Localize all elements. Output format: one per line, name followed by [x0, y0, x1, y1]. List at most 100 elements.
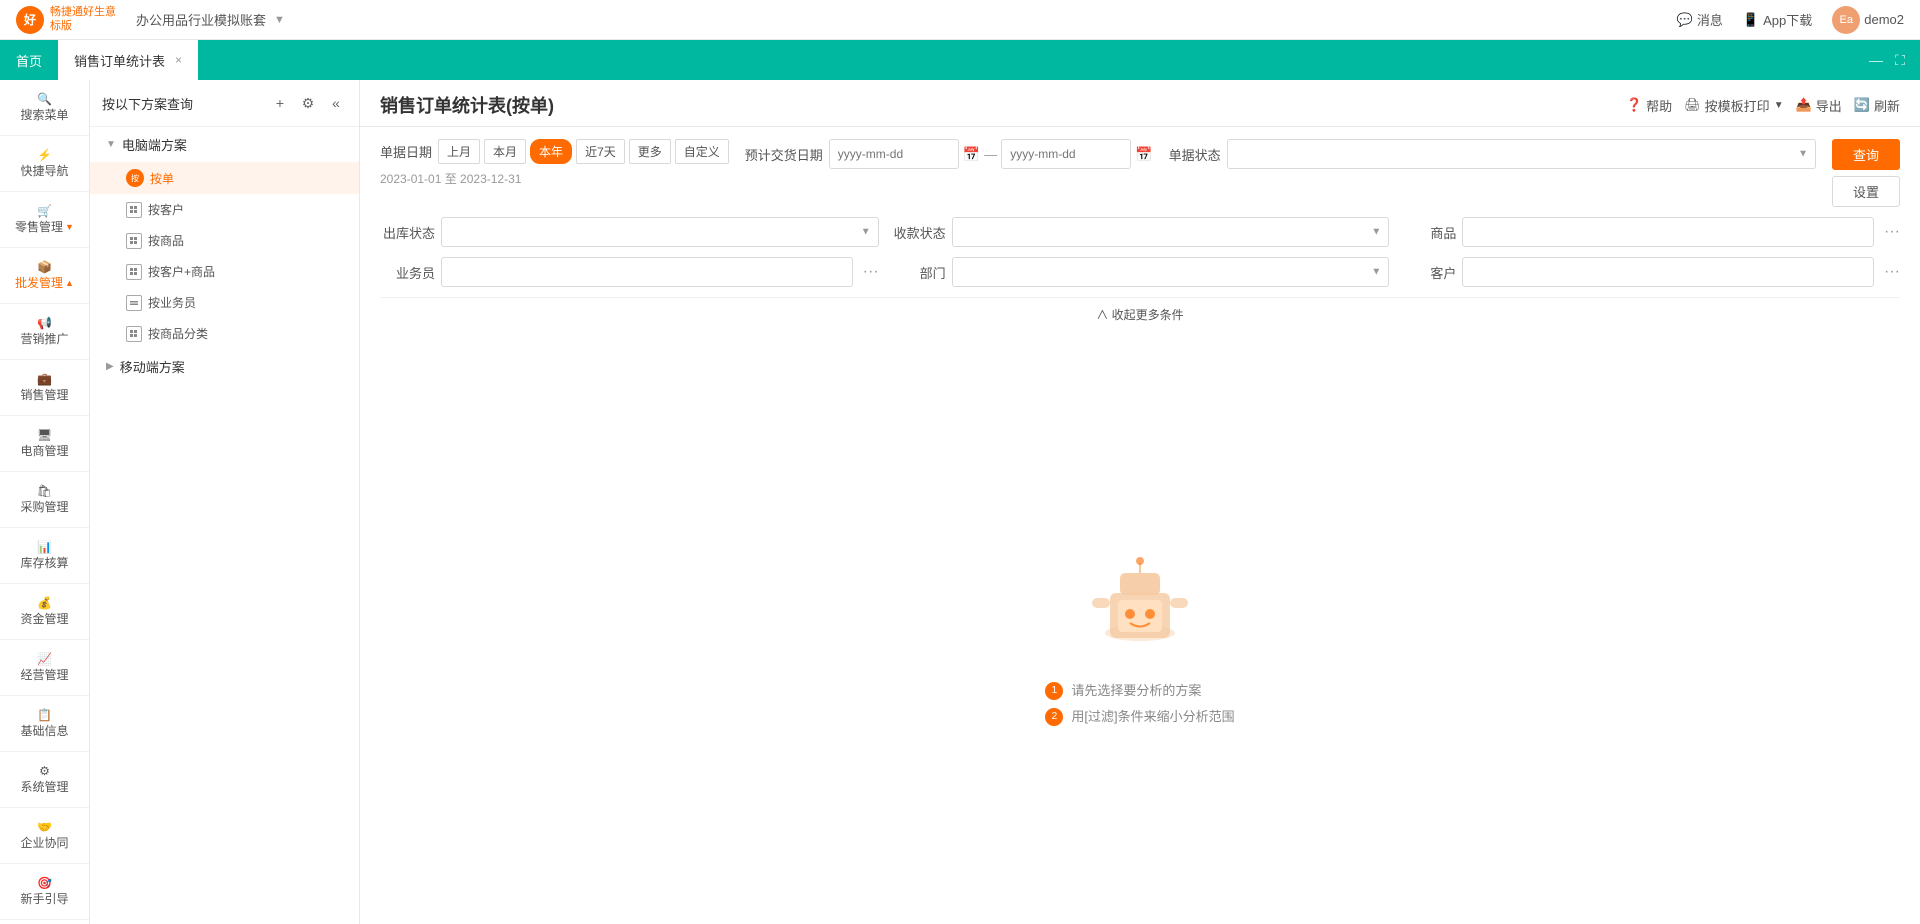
dept-select[interactable] — [952, 257, 1390, 287]
logo-icon: 好 — [16, 6, 44, 34]
status-select[interactable] — [1227, 139, 1816, 169]
left-panel: 按以下方案查询 + ⚙ « ▼ 电脑端方案 按 按单 按客户 — [90, 80, 360, 924]
add-scheme-btn[interactable]: + — [269, 92, 291, 114]
expected-date-start[interactable] — [829, 139, 959, 169]
date-btn-more[interactable]: 更多 — [629, 139, 671, 164]
collapse-icon: ∧ — [1096, 308, 1108, 322]
status-filter-group: 单据状态 — [1169, 139, 1816, 169]
salesperson-input[interactable] — [441, 257, 853, 287]
filter-row-2: 出库状态 收款状态 商品 ··· — [380, 217, 1900, 247]
product-more-btn[interactable]: ··· — [1884, 223, 1900, 241]
delivery-status-select[interactable] — [441, 217, 879, 247]
date-range-text: 2023-01-01 至 2023-12-31 — [380, 170, 729, 187]
scheme-by-customer[interactable]: 按客户 — [90, 194, 359, 225]
minimize-btn[interactable]: — — [1868, 52, 1884, 68]
settings-scheme-btn[interactable]: ⚙ — [297, 92, 319, 114]
message-btn[interactable]: 💬 消息 — [1677, 10, 1723, 29]
content-area: 按以下方案查询 + ⚙ « ▼ 电脑端方案 按 按单 按客户 — [90, 80, 1920, 924]
top-bar-right: 💬 消息 📱 App下载 Ea demo2 — [1677, 6, 1904, 34]
help-icon: ❓ — [1626, 97, 1642, 113]
page-title: 销售订单统计表(按单) — [380, 92, 554, 118]
date-btn-this-month[interactable]: 本月 — [484, 139, 526, 164]
print-dropdown-icon: ▼ — [1774, 100, 1784, 111]
left-panel-header: 按以下方案查询 + ⚙ « — [90, 80, 359, 127]
filter-area: 单据日期 上月 本月 本年 近7天 更多 自定义 2023-01-01 至 20… — [360, 127, 1920, 343]
sidebar-item-basic[interactable]: 📋 基础信息 — [0, 696, 89, 752]
date-btn-custom[interactable]: 自定义 — [675, 139, 729, 164]
customer-input[interactable] — [1462, 257, 1874, 287]
page-title-bar: 办公用品行业模拟账套 — [136, 10, 266, 29]
reset-button[interactable]: 设置 — [1832, 176, 1900, 207]
tip-item-1: 1 请先选择要分析的方案 — [1045, 678, 1234, 704]
export-btn[interactable]: 📤 导出 — [1796, 96, 1842, 115]
maximize-btn[interactable]: ⛶ — [1892, 52, 1908, 68]
refresh-btn[interactable]: 🔄 刷新 — [1854, 96, 1900, 115]
dropdown-arrow-icon[interactable]: ▼ — [274, 14, 285, 26]
tree-section-desktop[interactable]: ▼ 电脑端方案 — [90, 127, 359, 162]
sidebar-item-finance[interactable]: 💰 资金管理 — [0, 584, 89, 640]
refresh-icon: 🔄 — [1854, 97, 1870, 113]
sidebar-item-operations[interactable]: 📈 经营管理 — [0, 640, 89, 696]
sidebar-item-quicknav[interactable]: ⚡ 快捷导航 — [0, 136, 89, 192]
calendar-icon-end[interactable]: 📅 — [1135, 146, 1152, 163]
tab-close-icon[interactable]: × — [175, 53, 182, 67]
tip-num-1: 1 — [1045, 682, 1063, 700]
sidebar-item-ecommerce[interactable]: 🖥 电商管理 — [0, 416, 89, 472]
scheme-by-order[interactable]: 按 按单 — [90, 162, 359, 194]
app-download-btn[interactable]: 📱 App下载 — [1743, 10, 1812, 29]
product-input[interactable] — [1462, 217, 1874, 247]
product-label: 商品 — [1401, 223, 1456, 242]
tab-sales-order[interactable]: 销售订单统计表 × — [58, 40, 198, 80]
empty-state: 1 请先选择要分析的方案 2 用[过滤]条件来缩小分析范围 — [360, 343, 1920, 924]
sidebar-item-system[interactable]: ⚙ 系统管理 — [0, 752, 89, 808]
tree-section-mobile[interactable]: ▶ 移动端方案 — [90, 349, 359, 384]
logo-area: 好 畅捷通好生意 标版 — [16, 6, 116, 34]
date-filter-group: 单据日期 上月 本月 本年 近7天 更多 自定义 2023-01-01 至 20… — [380, 139, 729, 187]
sidebar-item-purchase[interactable]: 🛍 采购管理 — [0, 472, 89, 528]
scheme-icon-order: 按 — [126, 169, 144, 187]
salesperson-cell: 业务员 ··· — [380, 257, 879, 287]
empty-illustration — [1080, 538, 1200, 658]
salesperson-more-btn[interactable]: ··· — [863, 263, 879, 281]
expected-date-inputs: 📅 — 📅 — [829, 139, 1153, 169]
expand-icon-mobile: ▶ — [106, 361, 114, 372]
scheme-by-product-category[interactable]: 按商品分类 — [90, 318, 359, 349]
collapse-bar[interactable]: ∧ 收起更多条件 — [380, 297, 1900, 331]
payment-label: 收款状态 — [891, 223, 946, 242]
print-btn[interactable]: 🖨 按模板打印 ▼ — [1684, 96, 1783, 115]
tab-home[interactable]: 首页 — [0, 40, 58, 80]
customer-cell: 客户 ··· — [1401, 257, 1900, 287]
right-content: 销售订单统计表(按单) ❓ 帮助 🖨 按模板打印 ▼ 📤 导出 — [360, 80, 1920, 924]
sidebar-item-appcenter[interactable]: 📲 应用中心 — [0, 920, 89, 924]
sidebar-item-inventory[interactable]: 📊 库存核算 — [0, 528, 89, 584]
expected-date-label: 预计交货日期 — [745, 145, 823, 164]
search-button[interactable]: 查询 — [1832, 139, 1900, 170]
collapse-panel-btn[interactable]: « — [325, 92, 347, 114]
sidebar-item-search[interactable]: 🔍 搜索菜单 — [0, 80, 89, 136]
customer-more-btn[interactable]: ··· — [1884, 263, 1900, 281]
tip-item-2: 2 用[过滤]条件来缩小分析范围 — [1045, 704, 1234, 730]
payment-status-cell: 收款状态 — [891, 217, 1390, 247]
scheme-by-product[interactable]: 按商品 — [90, 225, 359, 256]
scheme-by-salesperson[interactable]: 按业务员 — [90, 287, 359, 318]
export-icon: 📤 — [1796, 97, 1812, 113]
nav-tabs: 首页 销售订单统计表 × — ⛶ — [0, 40, 1920, 80]
sidebar-item-wholesale[interactable]: 📦 批发管理 ▲ — [0, 248, 89, 304]
sidebar-item-sales[interactable]: 💼 销售管理 — [0, 360, 89, 416]
user-area[interactable]: Ea demo2 — [1832, 6, 1904, 34]
payment-status-select[interactable] — [952, 217, 1390, 247]
date-btn-7days[interactable]: 近7天 — [576, 139, 625, 164]
tip-num-2: 2 — [1045, 708, 1063, 726]
expected-date-end[interactable] — [1001, 139, 1131, 169]
sidebar-item-retail[interactable]: 🛒 零售管理 ▼ — [0, 192, 89, 248]
date-btn-this-year[interactable]: 本年 — [530, 139, 572, 164]
calendar-icon-start[interactable]: 📅 — [963, 146, 980, 163]
delivery-label: 出库状态 — [380, 223, 435, 242]
help-btn[interactable]: ❓ 帮助 — [1626, 96, 1672, 115]
date-btn-last-month[interactable]: 上月 — [438, 139, 480, 164]
scheme-icon-cust-prod — [126, 264, 142, 280]
sidebar-item-marketing[interactable]: 📢 营销推广 — [0, 304, 89, 360]
scheme-by-customer-product[interactable]: 按客户+商品 — [90, 256, 359, 287]
sidebar-item-newbie[interactable]: 🎯 新手引导 — [0, 864, 89, 920]
sidebar-item-cooperation[interactable]: 🤝 企业协同 — [0, 808, 89, 864]
